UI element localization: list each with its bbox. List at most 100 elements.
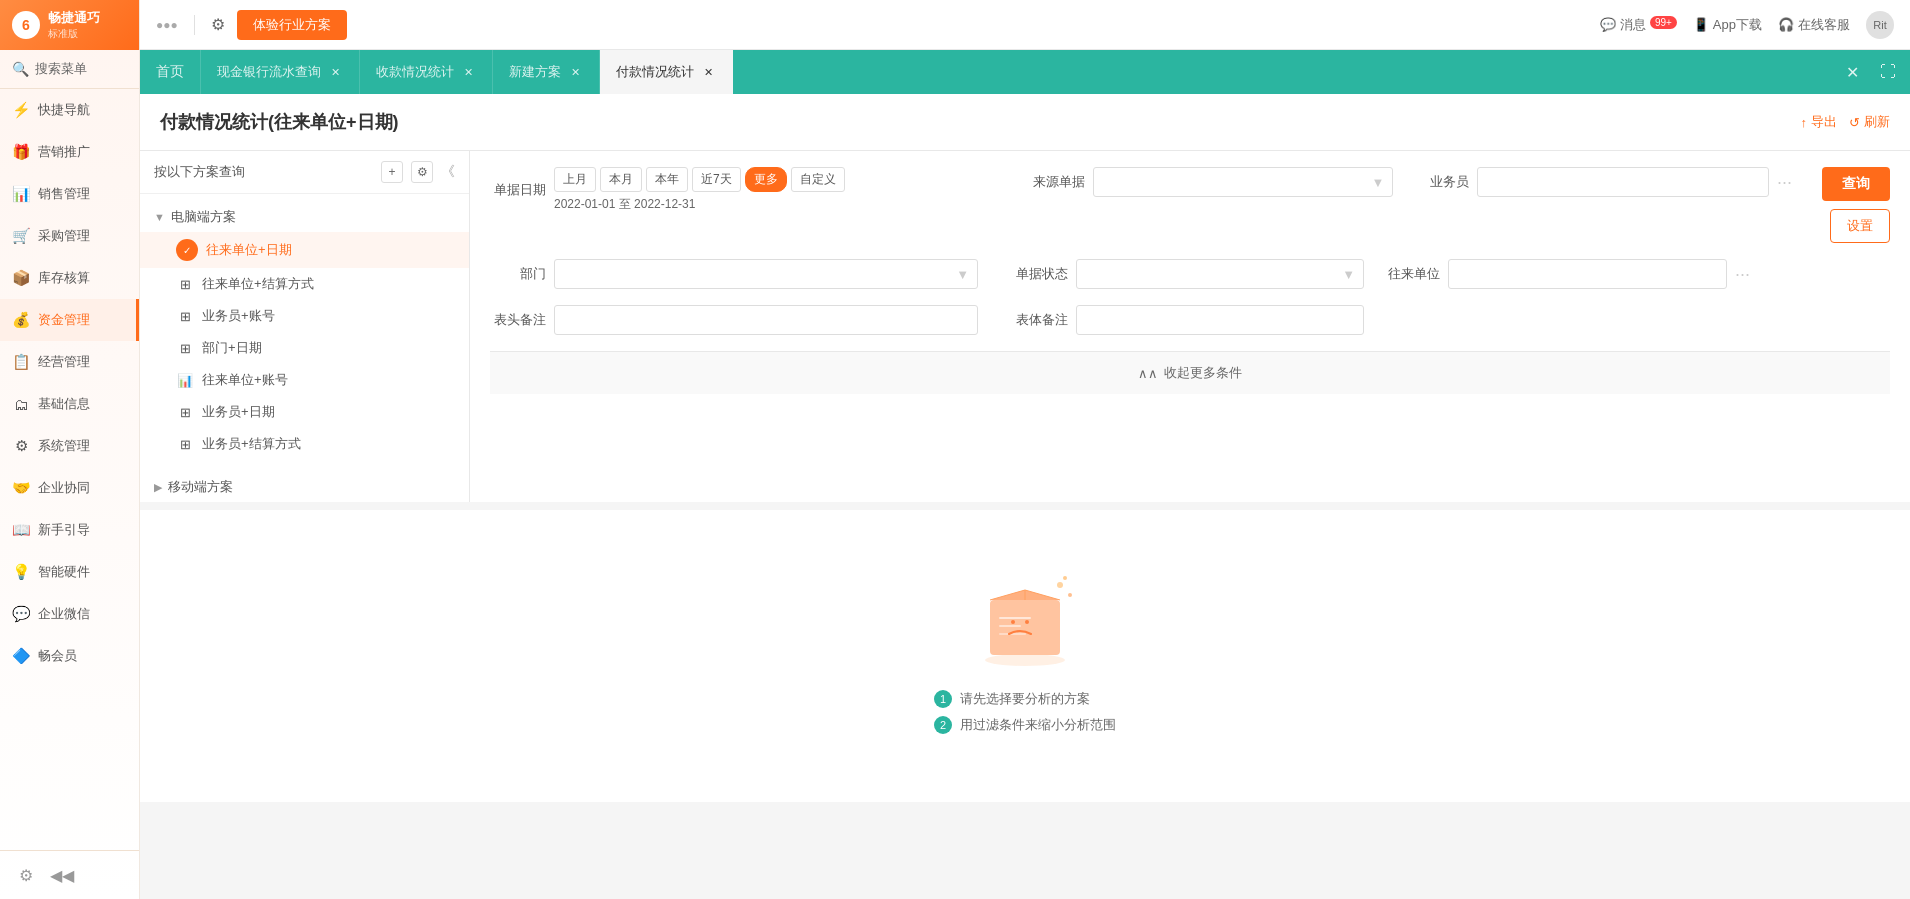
scheme-settings-btn[interactable]: ⚙ xyxy=(411,161,433,183)
scheme-header-icons: + ⚙ 《 xyxy=(381,161,455,183)
sidebar-icon-hardware: 💡 xyxy=(12,563,30,581)
empty-illustration xyxy=(965,570,1085,670)
notifications-btn[interactable]: 💬 消息 99+ xyxy=(1600,16,1677,34)
sidebar-icon-capital: 💰 xyxy=(12,311,30,329)
tabbar: 首页现金银行流水查询✕收款情况统计✕新建方案✕付款情况统计✕ ✕ ⛶ xyxy=(140,50,1910,94)
collapse-more-btn[interactable]: ∧∧ 收起更多条件 xyxy=(490,351,1890,394)
partner-filter: 往来单位 ··· xyxy=(1384,259,1750,289)
tab-home[interactable]: 首页 xyxy=(140,50,201,94)
last-7days-btn[interactable]: 近7天 xyxy=(692,167,741,192)
scheme-icon-dept-date: ⊞ xyxy=(176,339,194,357)
empty-svg xyxy=(965,570,1085,670)
tab-payment-stat[interactable]: 付款情况统计✕ xyxy=(600,50,733,94)
tab-close-bank-flow[interactable]: ✕ xyxy=(327,64,343,80)
scheme-item-partner-date[interactable]: ✓往来单位+日期 xyxy=(140,232,469,268)
scheme-item-partner-settle[interactable]: ⊞往来单位+结算方式 xyxy=(140,268,469,300)
partner-input[interactable] xyxy=(1448,259,1727,289)
sidebar-search[interactable]: 🔍 搜索菜单 xyxy=(0,50,139,89)
more-dates-btn[interactable]: 更多 xyxy=(745,167,787,192)
mobile-group-header[interactable]: ▶ 移动端方案 xyxy=(140,472,469,502)
notifications-label: 消息 xyxy=(1620,16,1646,34)
query-btn[interactable]: 查询 xyxy=(1822,167,1890,201)
sidebar-item-enterprise[interactable]: 🤝 企业协同 xyxy=(0,467,139,509)
source-select[interactable]: ▼ xyxy=(1093,167,1394,197)
sidebar-item-wechat[interactable]: 💬 企业微信 xyxy=(0,593,139,635)
staff-label: 业务员 xyxy=(1413,173,1469,191)
scheme-item-staff-account[interactable]: ⊞业务员+账号 xyxy=(140,300,469,332)
sidebar-item-purchase[interactable]: 🛒 采购管理 xyxy=(0,215,139,257)
mobile-group-label: 移动端方案 xyxy=(168,478,233,496)
sidebar-item-system[interactable]: ⚙ 系统管理 xyxy=(0,425,139,467)
this-month-btn[interactable]: 本月 xyxy=(600,167,642,192)
search-label: 搜索菜单 xyxy=(35,60,87,78)
scheme-item-dept-date[interactable]: ⊞部门+日期 xyxy=(140,332,469,364)
header-note-input[interactable] xyxy=(554,305,978,335)
online-service-label: 在线客服 xyxy=(1798,16,1850,34)
dept-filter: 部门 ▼ xyxy=(490,259,978,289)
sidebar-settings-btn[interactable]: ⚙ xyxy=(12,861,40,889)
partner-dots-icon[interactable]: ··· xyxy=(1735,265,1750,283)
export-btn[interactable]: ↑ 导出 xyxy=(1801,113,1838,131)
sidebar-items: ⚡ 快捷导航 🎁 营销推广 📊 销售管理 🛒 采购管理 📦 库存核算 💰 资金管… xyxy=(0,89,139,677)
scheme-add-btn[interactable]: + xyxy=(381,161,403,183)
sidebar-item-hardware[interactable]: 💡 智能硬件 xyxy=(0,551,139,593)
sidebar-item-basic[interactable]: 🗂 基础信息 xyxy=(0,383,139,425)
scheme-item-staff-settle[interactable]: ⊞业务员+结算方式 xyxy=(140,428,469,460)
refresh-btn[interactable]: ↺ 刷新 xyxy=(1849,113,1890,131)
body-note-filter: 表体备注 xyxy=(998,305,1364,335)
sidebar-label-quick-nav: 快捷导航 xyxy=(38,101,90,119)
body-note-input[interactable] xyxy=(1076,305,1364,335)
sidebar-item-operation[interactable]: 📋 经营管理 xyxy=(0,341,139,383)
voucher-status-select[interactable]: ▼ xyxy=(1076,259,1364,289)
last-month-btn[interactable]: 上月 xyxy=(554,167,596,192)
tab-income-stat[interactable]: 收款情况统计✕ xyxy=(360,50,493,94)
tabbar-end: ✕ ⛶ xyxy=(1838,58,1910,86)
this-year-btn[interactable]: 本年 xyxy=(646,167,688,192)
sidebar-item-guide[interactable]: 📖 新手引导 xyxy=(0,509,139,551)
tab-close-new-scheme[interactable]: ✕ xyxy=(567,64,583,80)
close-all-tabs-btn[interactable]: ✕ xyxy=(1838,58,1866,86)
filter-settings-btn[interactable]: 设置 xyxy=(1830,209,1890,243)
chevron-right-icon: ▶ xyxy=(154,481,162,494)
svg-point-9 xyxy=(1011,620,1015,624)
app-download-btn[interactable]: 📱 App下载 xyxy=(1693,16,1762,34)
staff-dots-icon[interactable]: ··· xyxy=(1777,173,1792,191)
tab-close-payment-stat[interactable]: ✕ xyxy=(700,64,716,80)
topbar-settings-icon[interactable]: ⚙ xyxy=(211,15,225,34)
sidebar-item-marketing[interactable]: 🎁 营销推广 xyxy=(0,131,139,173)
user-avatar[interactable]: Rit xyxy=(1866,11,1894,39)
tab-bank-flow[interactable]: 现金银行流水查询✕ xyxy=(201,50,360,94)
sidebar: 6 畅捷通巧 标准版 🔍 搜索菜单 ⚡ 快捷导航 🎁 营销推广 📊 销售管理 🛒… xyxy=(0,0,140,899)
maximize-btn[interactable]: ⛶ xyxy=(1874,58,1902,86)
custom-date-btn[interactable]: 自定义 xyxy=(791,167,845,192)
sidebar-logo: 6 畅捷通巧 标准版 xyxy=(0,0,139,50)
scheme-item-partner-account[interactable]: 📊往来单位+账号 xyxy=(140,364,469,396)
section-divider xyxy=(140,502,1910,510)
sidebar-item-member[interactable]: 🔷 畅会员 xyxy=(0,635,139,677)
topbar-brand: ●●● xyxy=(156,18,178,32)
sidebar-icon-wechat: 💬 xyxy=(12,605,30,623)
scheme-collapse-btn[interactable]: 《 xyxy=(441,163,455,181)
sidebar-item-capital[interactable]: 💰 资金管理 xyxy=(0,299,139,341)
scheme-icon-staff-account: ⊞ xyxy=(176,307,194,325)
desktop-scheme-group: ▼ 电脑端方案 ✓往来单位+日期⊞往来单位+结算方式⊞业务员+账号⊞部门+日期📊… xyxy=(140,194,469,468)
sidebar-label-system: 系统管理 xyxy=(38,437,90,455)
tab-new-scheme[interactable]: 新建方案✕ xyxy=(493,50,600,94)
sidebar-item-quick-nav[interactable]: ⚡ 快捷导航 xyxy=(0,89,139,131)
filter-area: 单据日期 上月 本月 本年 近7天 更多 自定义 2022-01-01 至 20… xyxy=(470,151,1910,502)
source-filter: 来源单据 ▼ xyxy=(1015,167,1394,197)
desktop-group-header[interactable]: ▼ 电脑端方案 xyxy=(140,202,469,232)
tabs-container: 首页现金银行流水查询✕收款情况统计✕新建方案✕付款情况统计✕ xyxy=(140,50,733,94)
sidebar-item-sales[interactable]: 📊 销售管理 xyxy=(0,173,139,215)
dept-select[interactable]: ▼ xyxy=(554,259,978,289)
online-service-btn[interactable]: 🎧 在线客服 xyxy=(1778,16,1850,34)
tab-close-income-stat[interactable]: ✕ xyxy=(460,64,476,80)
filter-actions: 查询 设置 xyxy=(1812,167,1890,243)
sidebar-icon-inventory: 📦 xyxy=(12,269,30,287)
staff-input[interactable] xyxy=(1477,167,1769,197)
trial-btn[interactable]: 体验行业方案 xyxy=(237,10,347,40)
scheme-item-staff-date[interactable]: ⊞业务员+日期 xyxy=(140,396,469,428)
sidebar-collapse-btn[interactable]: ◀◀ xyxy=(48,861,76,889)
sidebar-item-inventory[interactable]: 📦 库存核算 xyxy=(0,257,139,299)
main-area: ●●● ⚙ 体验行业方案 💬 消息 99+ 📱 App下载 🎧 在线客服 Rit xyxy=(140,0,1910,899)
